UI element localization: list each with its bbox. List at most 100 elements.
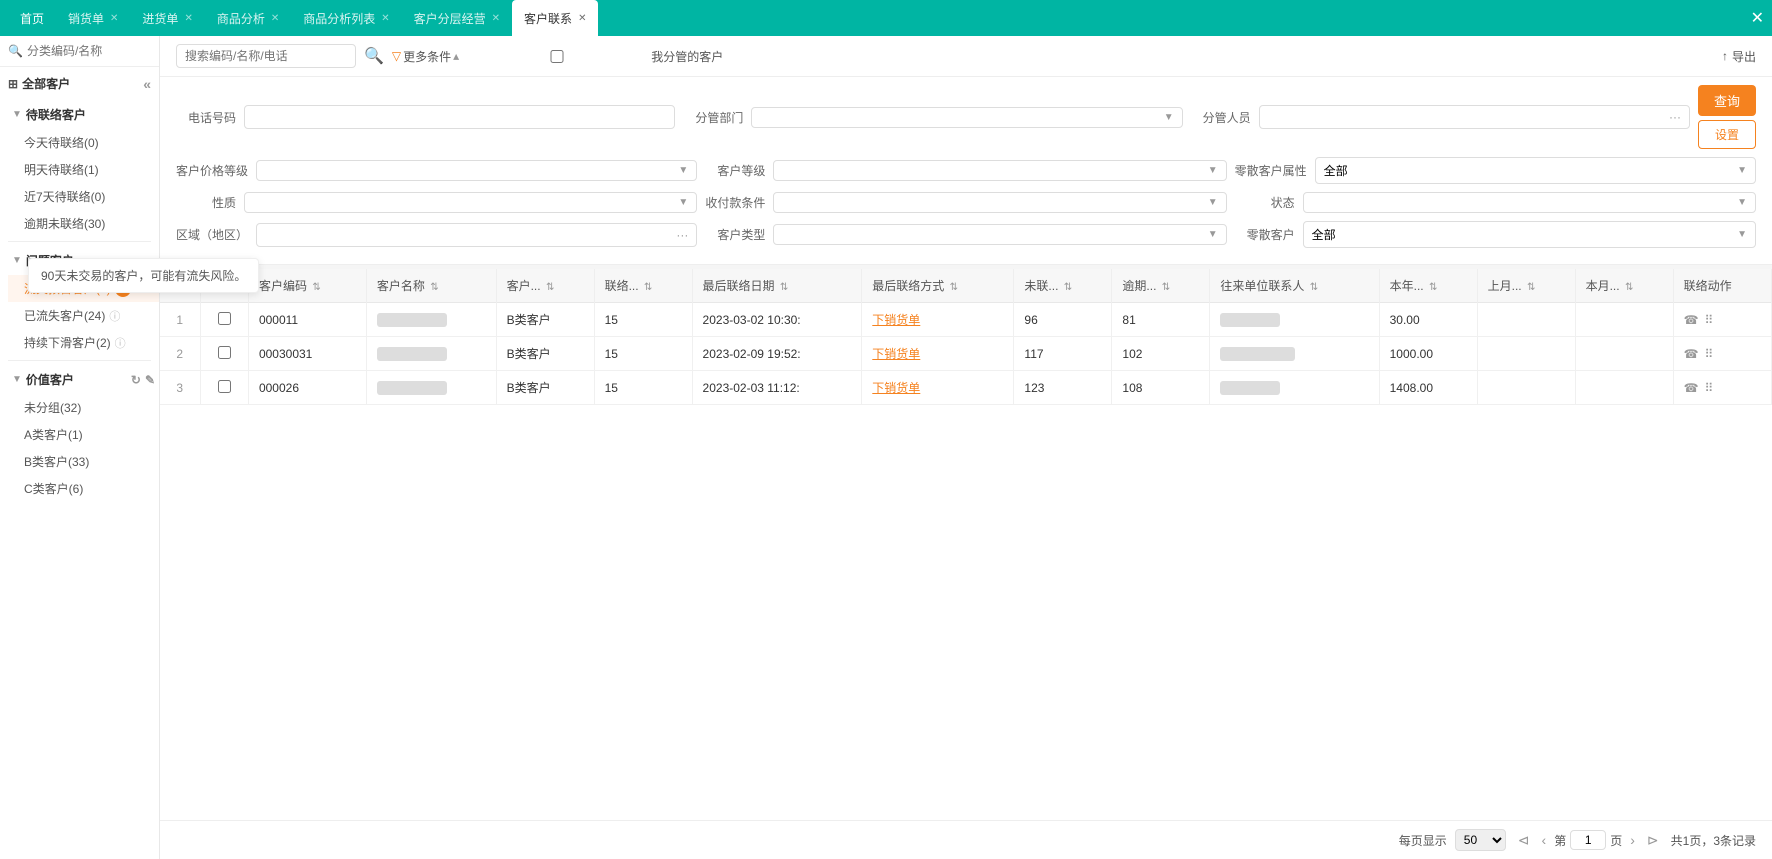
grid-icon: ⊞ [8, 77, 18, 91]
tab-customer-tier[interactable]: 客户分层经营 ✕ [402, 0, 512, 36]
tab-customer-contact[interactable]: 客户联系 ✕ [512, 0, 598, 36]
more-conditions-toggle[interactable]: ▽ 更多条件 ▴ [392, 48, 459, 65]
settings-button[interactable]: 设置 [1698, 120, 1756, 149]
person-select[interactable]: ··· [1259, 105, 1690, 129]
sidebar-item-ungroups[interactable]: 未分组(32) [8, 394, 159, 421]
customer-type-select[interactable]: ▼ [773, 224, 1226, 245]
sidebar-item-7days[interactable]: 近7天待联络(0) [8, 183, 159, 210]
sidebar-search-input[interactable] [27, 44, 151, 58]
query-button[interactable]: 查询 [1698, 85, 1756, 116]
cell-this-year: 1000.00 [1379, 337, 1477, 371]
sort-icon[interactable]: ⇅ [644, 282, 652, 293]
my-customers-check[interactable] [467, 50, 647, 63]
tab-product-analysis[interactable]: 商品分析 ✕ [205, 0, 291, 36]
table-container: ⚙ 客户编码 ⇅ 客户名称 ⇅ [160, 269, 1772, 820]
cell-contact: 15 [594, 303, 692, 337]
cell-checkbox[interactable] [200, 337, 248, 371]
prev-page-button[interactable]: ‹ [1538, 830, 1551, 850]
close-icon[interactable]: ✕ [578, 13, 586, 24]
sidebar-item-tomorrow[interactable]: 明天待联络(1) [8, 156, 159, 183]
last-page-button[interactable]: ⊳ [1643, 830, 1663, 851]
phone-action-icon[interactable]: ☎ [1684, 313, 1699, 327]
cell-checkbox[interactable] [200, 371, 248, 405]
price-level-select[interactable]: ▼ [256, 160, 697, 181]
page-number-input[interactable] [1570, 830, 1606, 850]
collapse-icon[interactable]: « [143, 76, 151, 92]
sidebar-all-customers[interactable]: ⊞ 全部客户 « [0, 67, 159, 100]
cell-last-month [1477, 337, 1575, 371]
status-select[interactable]: ▼ [1303, 192, 1756, 213]
sort-icon[interactable]: ⇅ [1429, 282, 1437, 293]
tab-sales[interactable]: 销货单 ✕ [56, 0, 130, 36]
filter-field-zero-attr: 零散客户属性 全部 ▼ [1235, 157, 1756, 184]
close-icon[interactable]: ✕ [110, 13, 118, 24]
search-input[interactable] [176, 44, 356, 68]
more-action-icon[interactable]: ⠿ [1705, 313, 1714, 327]
sort-icon[interactable]: ⇅ [1064, 282, 1072, 293]
row-checkbox[interactable] [218, 346, 231, 359]
sidebar-search-area: 🔍 [0, 36, 159, 67]
refresh-icon[interactable]: ↻ [131, 373, 141, 387]
next-page-button[interactable]: › [1626, 830, 1639, 850]
zero-attr-select[interactable]: 全部 ▼ [1315, 157, 1756, 184]
cell-this-year: 30.00 [1379, 303, 1477, 337]
col-last-date-label: 最后联络日期 [703, 279, 775, 293]
main-layout: 🔍 ⊞ 全部客户 « ▼ 待联络客户 今天待联络(0) 明天待联络(1) 近7天… [0, 36, 1772, 859]
phone-action-icon[interactable]: ☎ [1684, 381, 1699, 395]
per-page-select[interactable]: 50 20 100 [1455, 829, 1506, 851]
edit-icon[interactable]: ✎ [145, 373, 155, 387]
sidebar-item-declining[interactable]: 持续下滑客户(2) ⓘ [8, 329, 159, 356]
row-checkbox[interactable] [218, 312, 231, 325]
search-button[interactable]: 🔍 [364, 46, 384, 66]
sort-icon[interactable]: ⇅ [430, 282, 438, 293]
nature-select[interactable]: ▼ [244, 192, 697, 213]
more-action-icon[interactable]: ⠿ [1705, 347, 1714, 361]
first-page-button[interactable]: ⊲ [1514, 830, 1534, 851]
phone-input[interactable] [244, 105, 675, 129]
sidebar-group-value-title[interactable]: ▼ 价值客户 ↻ ✎ [8, 365, 159, 394]
sidebar-item-today[interactable]: 今天待联络(0) [8, 129, 159, 156]
tab-purchase[interactable]: 进货单 ✕ [130, 0, 204, 36]
level-select[interactable]: ▼ [773, 160, 1226, 181]
chevron-down-icon: ▼ [1208, 229, 1218, 240]
zero-customer-select[interactable]: 全部 ▼ [1303, 221, 1756, 248]
my-customers-checkbox[interactable]: 我分管的客户 [467, 48, 723, 65]
cell-checkbox[interactable] [200, 303, 248, 337]
window-close-icon[interactable]: ✕ [1751, 8, 1764, 28]
cell-type: B类客户 [496, 337, 594, 371]
sort-icon[interactable]: ⇅ [1162, 282, 1170, 293]
sidebar-item-class-a[interactable]: A类客户(1) [8, 421, 159, 448]
close-icon[interactable]: ✕ [381, 13, 389, 24]
dept-select[interactable]: ▼ [751, 107, 1182, 128]
payment-select[interactable]: ▼ [773, 192, 1226, 213]
sidebar-item-class-b[interactable]: B类客户(33) [8, 448, 159, 475]
tab-home[interactable]: 首页 [8, 0, 56, 36]
sort-icon[interactable]: ⇅ [546, 282, 554, 293]
region-select[interactable]: ··· [256, 223, 697, 247]
sidebar-item-churned[interactable]: 已流失客户(24) ⓘ [8, 302, 159, 329]
chevron-down-icon: ▼ [1164, 112, 1174, 123]
close-icon[interactable]: ✕ [492, 13, 500, 24]
close-icon[interactable]: ✕ [271, 13, 279, 24]
last-way-link[interactable]: 下销货单 [872, 313, 920, 327]
last-way-link[interactable]: 下销货单 [872, 347, 920, 361]
th-unit-contact: 往来单位联系人 ⇅ [1210, 269, 1379, 303]
sidebar-item-class-c[interactable]: C类客户(6) [8, 475, 159, 502]
sort-icon[interactable]: ⇅ [1310, 282, 1318, 293]
close-icon[interactable]: ✕ [184, 13, 192, 24]
cell-this-month [1575, 337, 1673, 371]
more-action-icon[interactable]: ⠿ [1705, 381, 1714, 395]
tab-product-list[interactable]: 商品分析列表 ✕ [291, 0, 401, 36]
sort-icon[interactable]: ⇅ [780, 282, 788, 293]
sort-icon[interactable]: ⇅ [950, 282, 958, 293]
sort-icon[interactable]: ⇅ [1527, 282, 1535, 293]
row-checkbox[interactable] [218, 380, 231, 393]
sidebar-group-pending-title[interactable]: ▼ 待联络客户 [8, 100, 159, 129]
sort-icon[interactable]: ⇅ [1625, 282, 1633, 293]
sort-icon[interactable]: ⇅ [312, 282, 320, 293]
last-way-link[interactable]: 下销货单 [872, 381, 920, 395]
sidebar-item-overdue[interactable]: 逾期未联络(30) [8, 210, 159, 237]
phone-action-icon[interactable]: ☎ [1684, 347, 1699, 361]
export-button[interactable]: ↑ 导出 [1722, 48, 1756, 65]
cell-code: 000011 [248, 303, 366, 337]
